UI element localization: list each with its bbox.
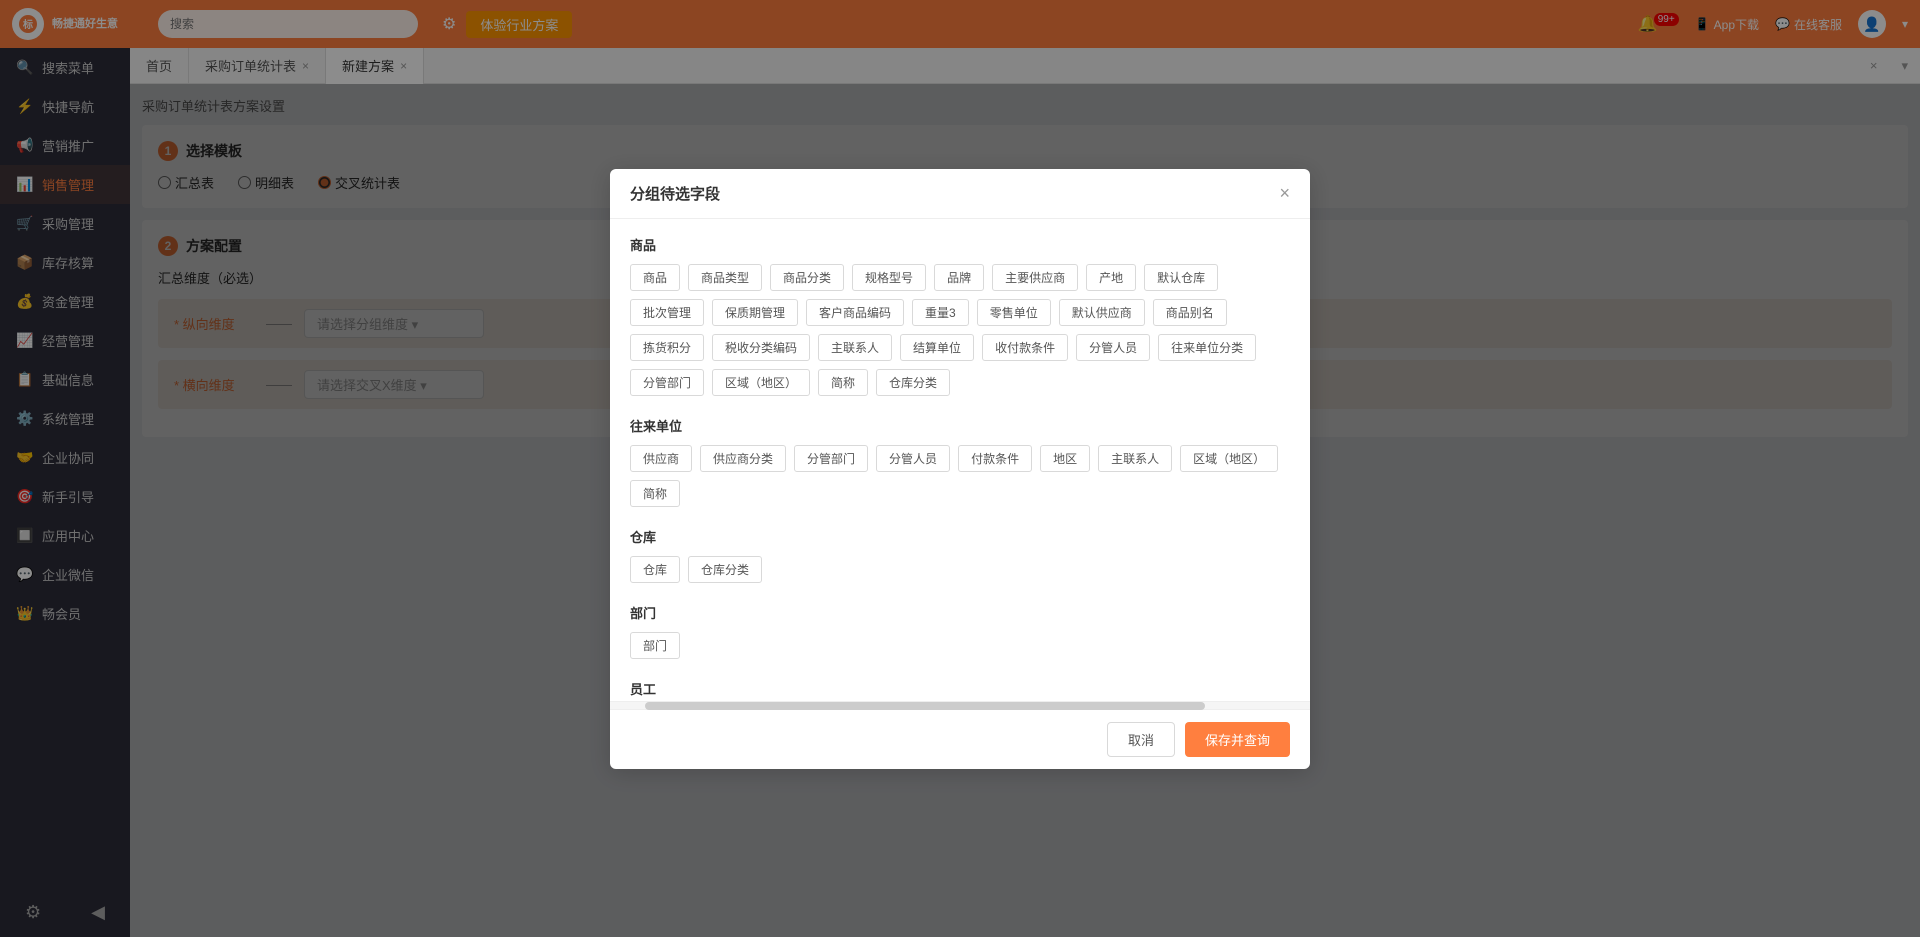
dialog-confirm-button[interactable]: 保存并查询 — [1185, 722, 1290, 757]
field-pay-terms[interactable]: 付款条件 — [958, 445, 1032, 472]
field-department[interactable]: 部门 — [630, 632, 680, 659]
field-region[interactable]: 区域（地区） — [712, 369, 810, 396]
field-warehouse-cat[interactable]: 仓库分类 — [876, 369, 950, 396]
field-brand[interactable]: 品牌 — [934, 264, 984, 291]
field-origin[interactable]: 产地 — [1086, 264, 1136, 291]
field-payment-terms[interactable]: 收付款条件 — [982, 334, 1068, 361]
section-warehouse: 仓库 仓库 仓库分类 — [630, 527, 1290, 583]
dialog-body: 商品 商品 商品类型 商品分类 规格型号 品牌 主要供应商 产地 默认仓库 批次… — [610, 219, 1310, 701]
section-partner-label: 往来单位 — [630, 416, 1290, 435]
section-employee: 员工 业务员 — [630, 679, 1290, 701]
field-main-supplier[interactable]: 主要供应商 — [992, 264, 1078, 291]
field-default-supplier[interactable]: 默认供应商 — [1059, 299, 1145, 326]
field-partner-category[interactable]: 往来单位分类 — [1158, 334, 1256, 361]
field-responsible-person[interactable]: 分管人员 — [1076, 334, 1150, 361]
field-dept[interactable]: 分管部门 — [794, 445, 868, 472]
field-settlement-unit[interactable]: 结算单位 — [900, 334, 974, 361]
field-retail-unit[interactable]: 零售单位 — [977, 299, 1051, 326]
section-goods-label: 商品 — [630, 235, 1290, 254]
field-person[interactable]: 分管人员 — [876, 445, 950, 472]
field-supplier[interactable]: 供应商 — [630, 445, 692, 472]
dialog-close-button[interactable]: × — [1279, 183, 1290, 204]
field-tax-code[interactable]: 税收分类编码 — [712, 334, 810, 361]
field-warehouse-category[interactable]: 仓库分类 — [688, 556, 762, 583]
partner-field-grid: 供应商 供应商分类 分管部门 分管人员 付款条件 地区 主联系人 区域（地区） … — [630, 445, 1290, 507]
field-warehouse[interactable]: 仓库 — [630, 556, 680, 583]
dialog-header: 分组待选字段 × — [610, 169, 1310, 219]
field-pick-score[interactable]: 拣货积分 — [630, 334, 704, 361]
field-goods-alias[interactable]: 商品别名 — [1153, 299, 1227, 326]
field-goods-category[interactable]: 商品分类 — [770, 264, 844, 291]
field-weight3[interactable]: 重量3 — [912, 299, 969, 326]
section-partner: 往来单位 供应商 供应商分类 分管部门 分管人员 付款条件 地区 主联系人 区域… — [630, 416, 1290, 507]
field-default-warehouse[interactable]: 默认仓库 — [1144, 264, 1218, 291]
dialog-cancel-button[interactable]: 取消 — [1107, 722, 1175, 757]
field-batch-mgmt[interactable]: 批次管理 — [630, 299, 704, 326]
warehouse-field-grid: 仓库 仓库分类 — [630, 556, 1290, 583]
field-short-name2[interactable]: 简称 — [630, 480, 680, 507]
field-supplier-cat[interactable]: 供应商分类 — [700, 445, 786, 472]
field-area[interactable]: 地区 — [1040, 445, 1090, 472]
section-goods: 商品 商品 商品类型 商品分类 规格型号 品牌 主要供应商 产地 默认仓库 批次… — [630, 235, 1290, 396]
section-department-label: 部门 — [630, 603, 1290, 622]
section-employee-label: 员工 — [630, 679, 1290, 698]
field-responsible-dept[interactable]: 分管部门 — [630, 369, 704, 396]
section-department: 部门 部门 — [630, 603, 1290, 659]
field-main-contact[interactable]: 主联系人 — [818, 334, 892, 361]
dialog-title: 分组待选字段 — [630, 183, 720, 204]
dialog-footer: 取消 保存并查询 — [610, 709, 1310, 769]
goods-field-grid: 商品 商品类型 商品分类 规格型号 品牌 主要供应商 产地 默认仓库 批次管理 … — [630, 264, 1290, 396]
dialog-hscroll[interactable] — [610, 701, 1310, 709]
field-shelf-life[interactable]: 保质期管理 — [712, 299, 798, 326]
field-short-name[interactable]: 简称 — [818, 369, 868, 396]
field-goods[interactable]: 商品 — [630, 264, 680, 291]
field-customer-code[interactable]: 客户商品编码 — [806, 299, 904, 326]
field-goods-type[interactable]: 商品类型 — [688, 264, 762, 291]
department-field-grid: 部门 — [630, 632, 1290, 659]
grouping-dialog: 分组待选字段 × 商品 商品 商品类型 商品分类 规格型号 品牌 主要供应商 产… — [610, 169, 1310, 769]
field-region2[interactable]: 区域（地区） — [1180, 445, 1278, 472]
section-warehouse-label: 仓库 — [630, 527, 1290, 546]
dialog-overlay: 分组待选字段 × 商品 商品 商品类型 商品分类 规格型号 品牌 主要供应商 产… — [0, 0, 1920, 937]
field-main-contact2[interactable]: 主联系人 — [1098, 445, 1172, 472]
field-spec-model[interactable]: 规格型号 — [852, 264, 926, 291]
